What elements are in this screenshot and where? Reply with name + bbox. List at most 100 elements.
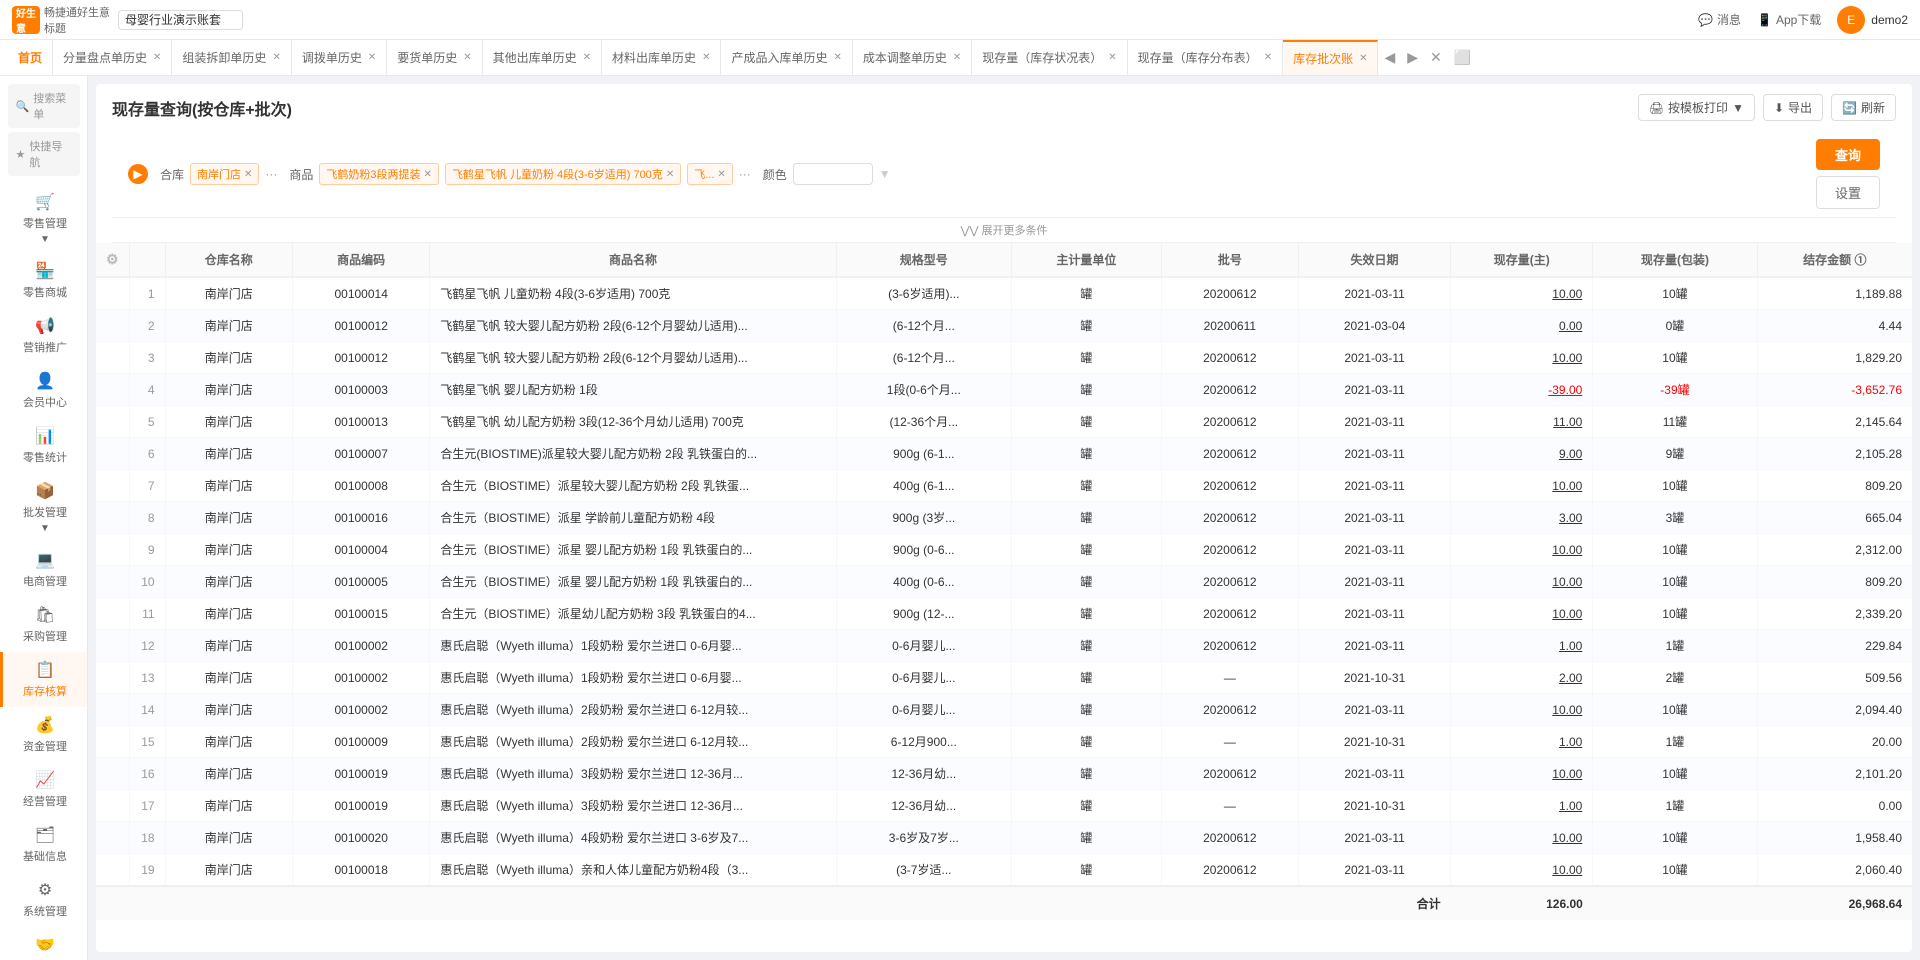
tab-chengpin[interactable]: 产成品入库单历史 ✕ (721, 40, 852, 76)
cell-code-13: 00100002 (293, 694, 430, 726)
cell-spec-15: 12-36月幼... (836, 758, 1011, 790)
sidebar-item-retail[interactable]: 🛒 零售管理 ▼ (0, 184, 87, 253)
tab-diaopo[interactable]: 调拨单历史 ✕ (292, 40, 387, 76)
product-tag-1-close[interactable]: ✕ (666, 169, 674, 180)
tab-expand-btn[interactable]: ⬜ (1448, 49, 1477, 66)
product-tag-1[interactable]: 飞鹤星飞帆 儿童奶粉 4段(3-6岁适用) 700克 ✕ (445, 163, 681, 185)
tab-xianzai2[interactable]: 现存量（库存分布表） ✕ (1128, 40, 1283, 76)
product-tag-2[interactable]: 飞... ✕ (687, 163, 733, 185)
qty-link-17[interactable]: 10.00 (1552, 831, 1582, 845)
tab-prev-btn[interactable]: ◀ (1378, 49, 1401, 66)
warehouse-tag-close[interactable]: ✕ (244, 169, 252, 180)
sidebar-item-finance[interactable]: 💰 资金管理 (0, 707, 87, 762)
query-btn[interactable]: 查询 (1816, 139, 1880, 170)
expand-more-btn[interactable]: ⋁⋁ 展开更多条件 (960, 222, 1047, 238)
tab-close-yaohu[interactable]: ✕ (463, 52, 471, 63)
sidebar-item-marketing[interactable]: 📢 营销推广 (0, 308, 87, 363)
tab-close-xianzai2[interactable]: ✕ (1264, 52, 1272, 63)
sidebar-item-retail-shop[interactable]: 🏪 零售商城 (0, 253, 87, 308)
tab-chengben[interactable]: 成本调整单历史 ✕ (853, 40, 972, 76)
qty-link-0[interactable]: 10.00 (1552, 287, 1582, 301)
logo-text: 畅捷通好生意 (44, 4, 110, 20)
tab-home[interactable]: 首页 (8, 40, 53, 76)
tab-close-fenpage[interactable]: ✕ (153, 52, 161, 63)
sidebar-item-purchase[interactable]: 🛍 采购管理 (0, 597, 87, 652)
account-selector[interactable]: 母婴行业演示账套 (118, 10, 243, 30)
warehouse-more-btn[interactable]: ··· (265, 167, 277, 181)
cell-spec-4: (12-36个月... (836, 406, 1011, 438)
qty-link-10[interactable]: 10.00 (1552, 607, 1582, 621)
tab-zuhe[interactable]: 组装拆卸单历史 ✕ (172, 40, 291, 76)
tab-close-cailiao[interactable]: ✕ (702, 52, 710, 63)
qty-link-2[interactable]: 10.00 (1552, 351, 1582, 365)
table-settings-icon[interactable]: ⚙ (106, 251, 119, 267)
sidebar-item-business[interactable]: 📈 经营管理 (0, 762, 87, 817)
message-icon: 💬 (1698, 13, 1713, 27)
sidebar-item-stats[interactable]: 📊 零售统计 (0, 418, 87, 473)
color-input[interactable] (793, 163, 873, 185)
table-row: 2 南岸门店 00100012 飞鹤星飞帆 较大婴儿配方奶粉 2段(6-12个月… (96, 310, 1912, 342)
sidebar-item-member[interactable]: 👤 会员中心 (0, 363, 87, 418)
search-menu-btn[interactable]: 🔍 搜索菜单 (8, 84, 80, 128)
qty-link-4[interactable]: 11.00 (1553, 415, 1582, 429)
tab-qitachu[interactable]: 其他出库单历史 ✕ (483, 40, 602, 76)
cell-code-3: 00100003 (293, 374, 430, 406)
qty-link-5[interactable]: 9.00 (1559, 447, 1582, 461)
tab-xianzai3[interactable]: 库存批次账 ✕ (1283, 40, 1378, 76)
qty-link-11[interactable]: 1.00 (1559, 639, 1582, 653)
settings-btn[interactable]: 设置 (1816, 176, 1880, 209)
cell-qty-main-7: 3.00 (1451, 502, 1593, 534)
refresh-btn[interactable]: 🔄 刷新 (1831, 94, 1896, 121)
tab-close-chengben[interactable]: ✕ (953, 52, 961, 63)
qty-link-9[interactable]: 10.00 (1552, 575, 1582, 589)
qty-link-18[interactable]: 10.00 (1552, 863, 1582, 877)
sidebar-item-inventory[interactable]: 📋 库存核算 (0, 652, 87, 707)
tab-close-all-btn[interactable]: ✕ (1424, 49, 1448, 66)
sidebar-item-basic[interactable]: 🗂 基础信息 (0, 817, 87, 872)
shortcut-nav-btn[interactable]: ★ 快捷导航 (8, 132, 80, 176)
tab-close-diaopo[interactable]: ✕ (368, 52, 376, 63)
tab-next-btn[interactable]: ▶ (1401, 49, 1424, 66)
product-tag-0[interactable]: 飞鹤奶粉3段两提装 ✕ (319, 163, 439, 185)
export-btn[interactable]: ⬇ 导出 (1763, 94, 1823, 121)
cell-settings-18 (96, 854, 129, 887)
qty-link-1[interactable]: 0.00 (1559, 319, 1582, 333)
filter-expand-arrow[interactable]: ▶ (128, 164, 148, 184)
tab-yaohu[interactable]: 要货单历史 ✕ (387, 40, 482, 76)
qty-link-3[interactable]: -39.00 (1548, 383, 1582, 397)
tab-close-xianzai1[interactable]: ✕ (1108, 52, 1116, 63)
color-dropdown-icon[interactable]: ▼ (879, 167, 891, 181)
cell-name-1: 飞鹤星飞帆 较大婴儿配方奶粉 2段(6-12个月婴幼儿适用)... (430, 310, 836, 342)
sidebar-item-ecommerce[interactable]: 💻 电商管理 (0, 542, 87, 597)
qty-link-6[interactable]: 10.00 (1552, 479, 1582, 493)
qty-link-8[interactable]: 10.00 (1552, 543, 1582, 557)
warehouse-tag[interactable]: 南岸门店 ✕ (190, 163, 259, 185)
print-btn[interactable]: 🖨 按模板打印 ▼ (1638, 94, 1755, 121)
tab-close-zuhe[interactable]: ✕ (272, 52, 280, 63)
qty-link-12[interactable]: 2.00 (1559, 671, 1582, 685)
cell-unit-2: 罐 (1012, 342, 1162, 374)
cell-qty-main-13: 10.00 (1451, 694, 1593, 726)
qty-link-7[interactable]: 3.00 (1559, 511, 1582, 525)
qty-link-13[interactable]: 10.00 (1552, 703, 1582, 717)
product-more-btn[interactable]: ··· (739, 167, 751, 181)
qty-link-16[interactable]: 1.00 (1559, 799, 1582, 813)
app-download-btn[interactable]: 📱 App下载 (1757, 11, 1821, 28)
product-tag-0-close[interactable]: ✕ (424, 169, 432, 180)
tab-close-chengpin[interactable]: ✕ (833, 52, 841, 63)
sidebar-item-system[interactable]: ⚙ 系统管理 (0, 872, 87, 927)
tab-close-xianzai3[interactable]: ✕ (1359, 53, 1367, 64)
tab-close-qitachu[interactable]: ✕ (583, 52, 591, 63)
qty-link-14[interactable]: 1.00 (1559, 735, 1582, 749)
message-btn[interactable]: 💬 消息 (1698, 11, 1741, 28)
tab-xianzai1[interactable]: 现存量（库存状况表） ✕ (972, 40, 1127, 76)
tab-fenpage[interactable]: 分量盘点单历史 ✕ (53, 40, 172, 76)
product-tag-2-close[interactable]: ✕ (717, 169, 725, 180)
sidebar-item-wholesale[interactable]: 📦 批发管理 ▼ (0, 473, 87, 542)
sidebar-item-collab[interactable]: 🤝 企业协同 (0, 927, 87, 960)
tab-cailiao[interactable]: 材料出库单历史 ✕ (602, 40, 721, 76)
qty-link-15[interactable]: 10.00 (1552, 767, 1582, 781)
user-area[interactable]: E demo2 (1837, 6, 1908, 34)
cell-warehouse-0: 南岸门店 (165, 277, 292, 310)
filter-row: ▶ 合库 南岸门店 ✕ ··· 商品 (128, 139, 1880, 209)
